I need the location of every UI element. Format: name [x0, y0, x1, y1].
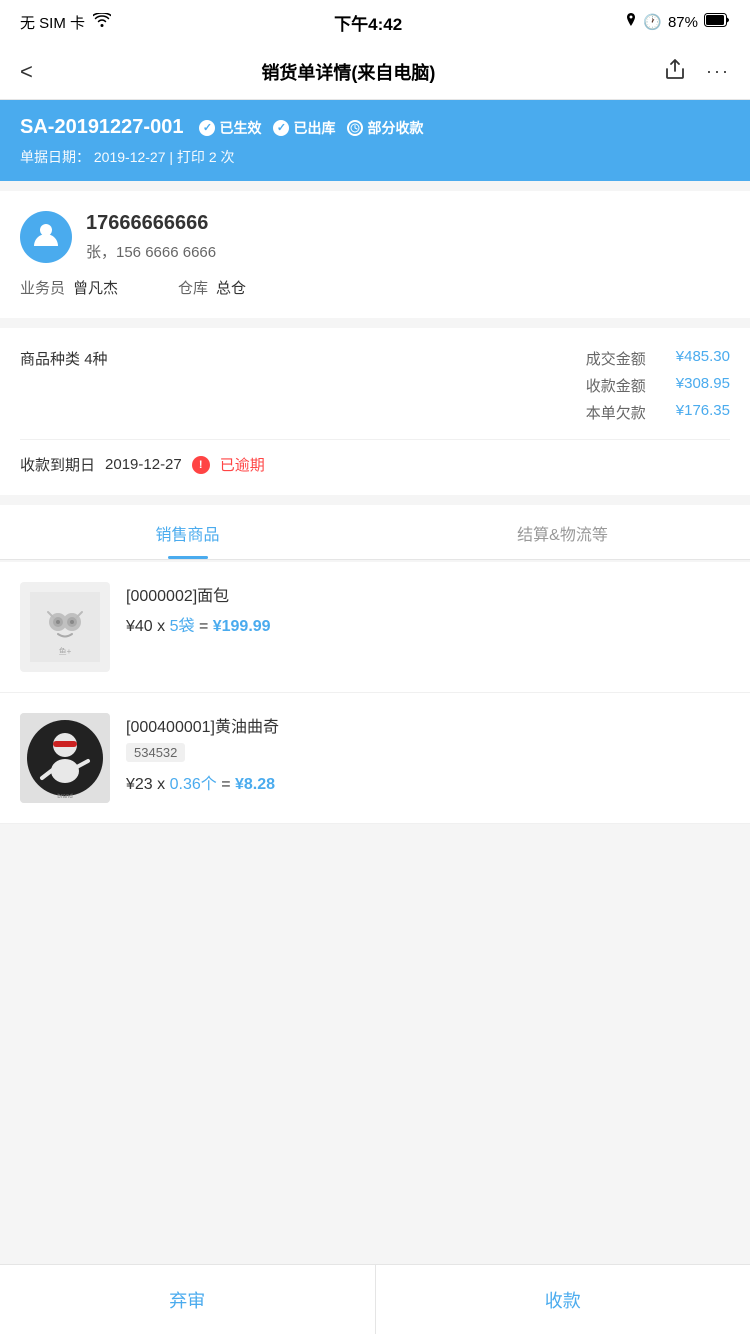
deal-amount-row: 成交金额 ¥485.30 — [586, 348, 730, 369]
page-title: 销货单详情(来自电脑) — [261, 59, 435, 85]
product-info: [0000002]面包 ¥40 x 5袋 = ¥199.99 — [126, 582, 730, 672]
owed-amount-row: 本单欠款 ¥176.35 — [586, 402, 730, 423]
product-item: 鱼+ [0000002]面包 ¥40 x 5袋 = ¥199.99 — [0, 562, 750, 693]
customer-detail: 张，156 6666 6666 — [86, 241, 216, 262]
cancel-review-button[interactable]: 弃审 — [0, 1265, 376, 1334]
avatar — [20, 211, 72, 263]
product-name: [0000002]面包 — [126, 582, 730, 606]
battery-text: 87% — [668, 14, 698, 31]
back-button[interactable]: < — [20, 59, 33, 85]
product-types: 商品种类 4种 — [20, 348, 108, 369]
order-date-line: 单据日期： 2019-12-27 | 打印 2 次 — [20, 147, 730, 167]
svg-text:brand: brand — [57, 794, 72, 800]
summary-card: 商品种类 4种 成交金额 ¥485.30 收款金额 ¥308.95 本单欠款 ¥… — [0, 328, 750, 495]
alarm-icon: 🕐 — [643, 13, 662, 31]
product-thumbnail: 鱼+ — [20, 582, 110, 672]
tab-sales-products[interactable]: 销售商品 — [0, 505, 375, 559]
customer-id: 17666666666 — [86, 212, 216, 235]
collected-amount-row: 收款金额 ¥308.95 — [586, 375, 730, 396]
tab-settlement-logistics[interactable]: 结算&物流等 — [375, 505, 750, 559]
overdue-icon: ! — [192, 456, 210, 474]
customer-card: 17666666666 张，156 6666 6666 业务员 曾凡杰 仓库 总… — [0, 191, 750, 318]
status-time: 下午4:42 — [334, 10, 402, 35]
overdue-text: 已逾期 — [220, 454, 265, 475]
svg-text:鱼+: 鱼+ — [59, 646, 72, 656]
share-icon[interactable] — [664, 58, 686, 85]
more-button[interactable]: ··· — [706, 61, 730, 82]
carrier-text: 无 SIM 卡 — [20, 12, 85, 33]
wifi-icon — [93, 13, 111, 31]
product-batch: 534532 — [126, 743, 185, 762]
order-id-text: SA-20191227-001 — [20, 116, 183, 139]
collect-button[interactable]: 收款 — [376, 1265, 750, 1334]
amounts: 成交金额 ¥485.30 收款金额 ¥308.95 本单欠款 ¥176.35 — [586, 348, 730, 423]
warehouse-meta: 仓库 总仓 — [178, 277, 246, 298]
badge-effective: ✓ 已生效 — [199, 118, 261, 138]
tabs-bar: 销售商品 结算&物流等 — [0, 505, 750, 560]
battery-icon — [704, 13, 730, 31]
product-price: ¥23 x 0.36个 = ¥8.28 — [126, 770, 730, 794]
product-name: [000400001]黄油曲奇 — [126, 713, 730, 737]
product-list: 鱼+ [0000002]面包 ¥40 x 5袋 = ¥199.99 — [0, 562, 750, 824]
order-header: SA-20191227-001 ✓ 已生效 ✓ 已出库 部分收款 — [0, 100, 750, 181]
location-icon — [625, 13, 637, 31]
staff-meta: 业务员 曾凡杰 — [20, 277, 118, 298]
product-price: ¥40 x 5袋 = ¥199.99 — [126, 612, 730, 636]
bottom-bar: 弃审 收款 — [0, 1264, 750, 1334]
status-right: 🕐 87% — [625, 13, 730, 31]
due-date-bar: 收款到期日 2019-12-27 ! 已逾期 — [20, 439, 730, 475]
product-thumbnail: brand — [20, 713, 110, 803]
status-left: 无 SIM 卡 — [20, 12, 111, 33]
badge-partial-payment: 部分收款 — [347, 118, 423, 138]
status-bar: 无 SIM 卡 下午4:42 🕐 87% — [0, 0, 750, 44]
product-item: brand [000400001]黄油曲奇 534532 ¥23 x 0.36个… — [0, 693, 750, 824]
product-info: [000400001]黄油曲奇 534532 ¥23 x 0.36个 = ¥8.… — [126, 713, 730, 803]
nav-bar: < 销货单详情(来自电脑) ··· — [0, 44, 750, 100]
badge-shipped: ✓ 已出库 — [273, 118, 335, 138]
